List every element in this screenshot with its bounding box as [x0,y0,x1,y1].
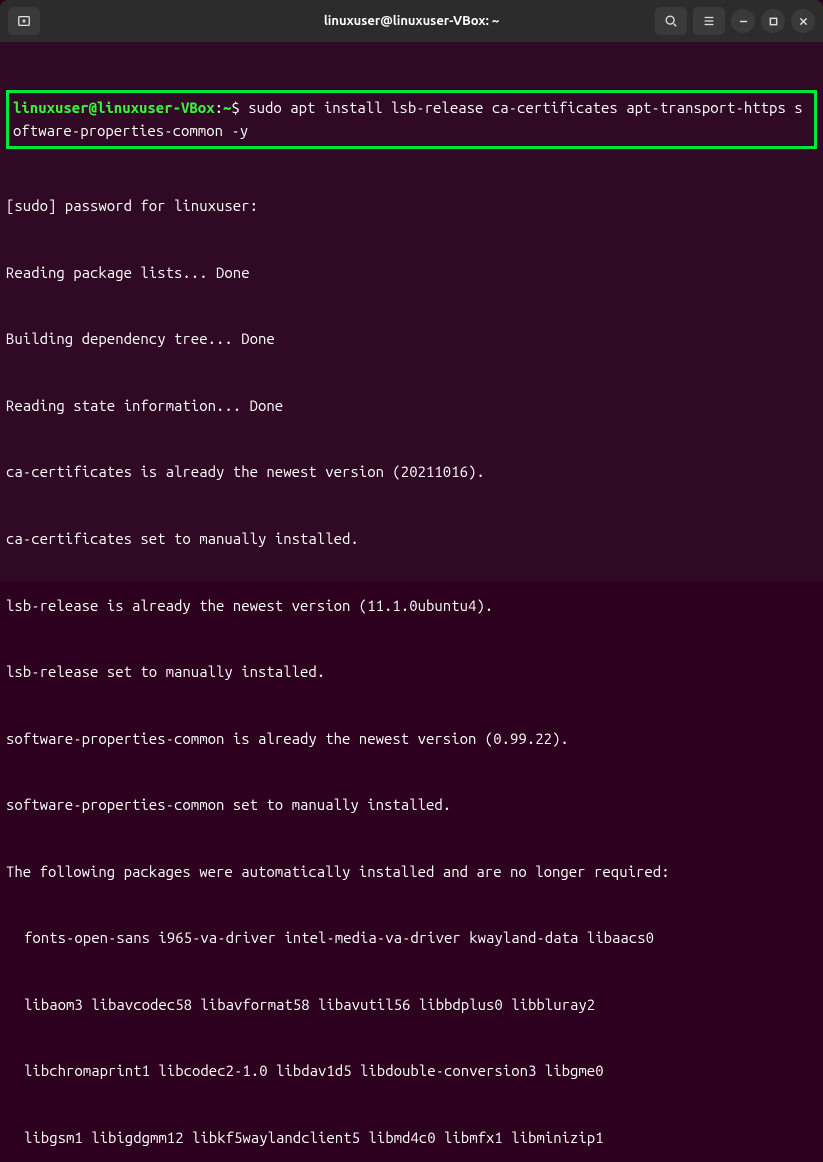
output-line: Reading package lists... Done [6,262,817,284]
output-line: software-properties-common is already th… [6,728,817,750]
output-line: libaom3 libavcodec58 libavformat58 libav… [6,994,817,1016]
output-line: ca-certificates is already the newest ve… [6,461,817,483]
output-line: software-properties-common set to manual… [6,794,817,816]
prompt-sep1: : [215,99,223,116]
command-highlight-box: linuxuser@linuxuser-VBox:~$ sudo apt ins… [6,90,817,148]
output-line: [sudo] password for linuxuser: [6,195,817,217]
output-line: Reading state information... Done [6,395,817,417]
prompt-sigil: $ [231,99,239,116]
search-icon [664,14,678,28]
search-button[interactable] [655,7,687,35]
close-icon [799,17,808,26]
close-button[interactable] [791,9,815,33]
output-line: fonts-open-sans i965-va-driver intel-med… [6,927,817,949]
output-line: lsb-release is already the newest versio… [6,595,817,617]
output-line: libchromaprint1 libcodec2-1.0 libdav1d5 … [6,1060,817,1082]
maximize-button[interactable] [761,9,785,33]
output-line: The following packages were automaticall… [6,861,817,883]
output-line: lsb-release set to manually installed. [6,661,817,683]
maximize-icon [769,17,778,26]
prompt-user-host: linuxuser@linuxuser-VBox [13,99,215,116]
output-line: ca-certificates set to manually installe… [6,528,817,550]
hamburger-icon [702,14,716,28]
titlebar-left [8,7,40,35]
titlebar-right [655,7,815,35]
titlebar: linuxuser@linuxuser-VBox: ~ [0,0,823,42]
minimize-button[interactable] [731,9,755,33]
new-tab-icon [17,14,31,28]
output-line: Building dependency tree... Done [6,328,817,350]
menu-button[interactable] [693,7,725,35]
new-tab-button[interactable] [8,7,40,35]
window-title: linuxuser@linuxuser-VBox: ~ [324,14,499,28]
minimize-icon [739,17,748,26]
output-line: libgsm1 libigdgmm12 libkf5waylandclient5… [6,1127,817,1149]
terminal-body[interactable]: linuxuser@linuxuser-VBox:~$ sudo apt ins… [0,42,823,581]
